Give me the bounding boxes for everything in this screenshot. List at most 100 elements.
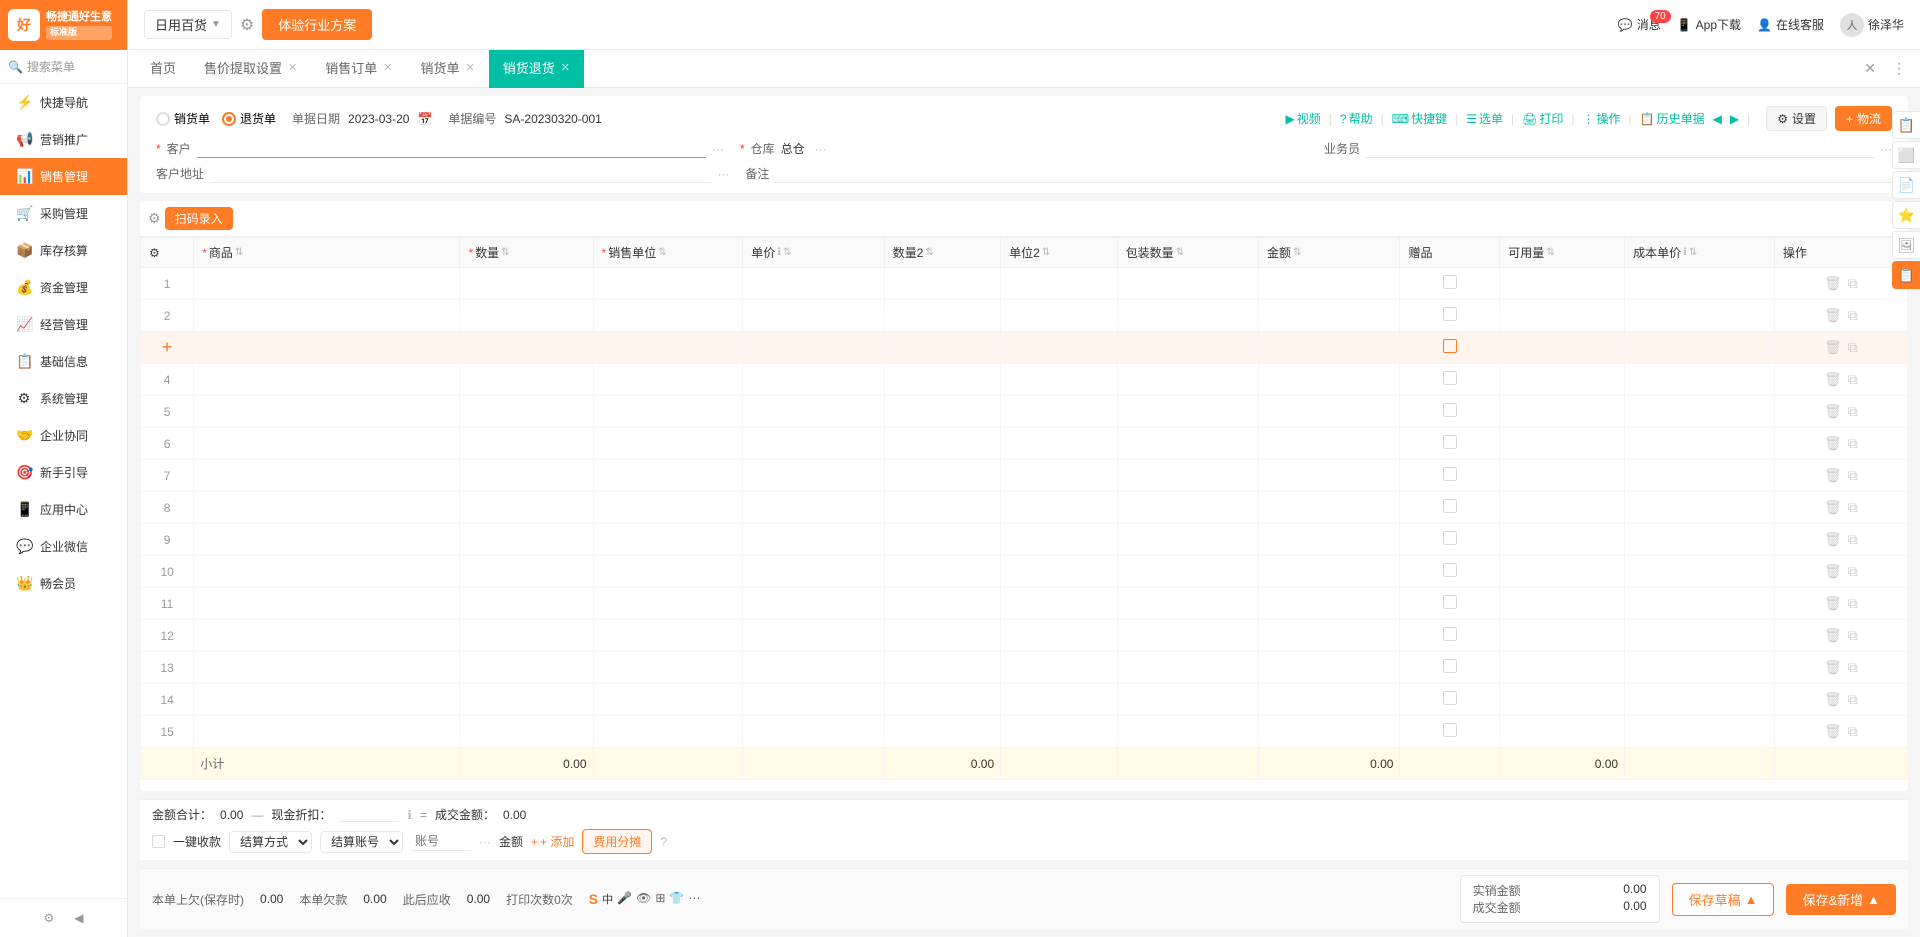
cost-price-cell[interactable] [1625,588,1775,620]
split-info-icon[interactable]: ? [660,835,667,849]
sidebar-item-system[interactable]: ⚙ 系统管理 [0,380,127,417]
gift-checkbox[interactable] [1443,691,1457,705]
gift-checkbox[interactable] [1443,403,1457,417]
amount-cell[interactable] [1259,364,1400,396]
pack-qty-cell[interactable] [1117,268,1258,300]
price-cell[interactable] [743,364,884,396]
toolbar-prev-btn[interactable]: ◀ [1713,112,1722,126]
sidebar-item-member[interactable]: 👑 畅会员 [0,565,127,602]
logistics-btn[interactable]: + 物流 [1835,106,1892,131]
row-copy-icon[interactable]: ⧉ [1848,371,1858,388]
right-float-btn-1[interactable]: 📋 [1892,111,1920,139]
qty-cell[interactable] [460,332,593,364]
price-sort-icon[interactable]: ⇅ [783,247,791,258]
cost-price-cell[interactable] [1625,268,1775,300]
grid-icon[interactable]: ⊞ [655,891,665,907]
row-copy-icon[interactable]: ⧉ [1848,627,1858,644]
product-cell[interactable] [194,524,460,556]
gift-cell[interactable] [1400,460,1500,492]
settle-method-select[interactable]: 结算方式 [229,831,312,853]
sidebar-item-operations[interactable]: 📈 经营管理 [0,306,127,343]
row-copy-icon[interactable]: ⧉ [1848,595,1858,612]
sidebar-item-basic[interactable]: 📋 基础信息 [0,343,127,380]
row-delete-icon[interactable]: 🗑 [1824,563,1842,580]
tab-sale-order[interactable]: 销售订单 ✕ [311,50,406,88]
gift-cell[interactable] [1400,428,1500,460]
add-row-btn[interactable]: + [162,337,173,357]
sidebar-item-guide[interactable]: 🎯 新手引导 [0,454,127,491]
unit2-cell[interactable] [1001,428,1117,460]
tab-sale-order-close-icon[interactable]: ✕ [383,61,392,74]
amount-cell[interactable] [1259,524,1400,556]
pack-qty-cell[interactable] [1117,588,1258,620]
row-copy-icon[interactable]: ⧉ [1848,275,1858,292]
gift-cell[interactable] [1400,268,1500,300]
row-delete-icon[interactable]: 🗑 [1824,275,1842,292]
product-cell[interactable] [194,428,460,460]
row-delete-icon[interactable]: 🗑 [1824,723,1842,740]
tab-menu-btn[interactable]: ⋮ [1886,58,1912,79]
right-float-btn-3[interactable]: 📄 [1892,171,1920,199]
qty2-cell[interactable] [884,492,1000,524]
unit2-sort-icon[interactable]: ⇅ [1042,247,1050,258]
sale-unit-cell[interactable] [593,588,743,620]
price-cell[interactable] [743,620,884,652]
sidebar-item-inventory[interactable]: 📦 库存核算 [0,232,127,269]
amount-cell[interactable] [1259,620,1400,652]
sale-unit-cell[interactable] [593,716,743,748]
price-cell[interactable] [743,652,884,684]
unit2-cell[interactable] [1001,396,1117,428]
cost-price-cell[interactable] [1625,684,1775,716]
amount-cell[interactable] [1259,556,1400,588]
settings-gear-icon[interactable]: ⚙ [149,246,160,260]
pack-qty-cell[interactable] [1117,620,1258,652]
eye-icon[interactable]: 👁 [636,891,651,907]
unit2-cell[interactable] [1001,300,1117,332]
sidebar-item-sales[interactable]: 📊 销售管理 [0,158,127,195]
split-btn[interactable]: 费用分摊 [582,829,652,854]
row-delete-icon[interactable]: 🗑 [1824,339,1842,356]
available-cell[interactable] [1500,396,1625,428]
unit2-cell[interactable] [1001,716,1117,748]
sale-unit-cell[interactable] [593,268,743,300]
cost-price-cell[interactable] [1625,300,1775,332]
pack-qty-sort-icon[interactable]: ⇅ [1176,247,1184,258]
sale-unit-cell[interactable] [593,556,743,588]
amount-cell[interactable] [1259,716,1400,748]
pack-qty-cell[interactable] [1117,716,1258,748]
gift-cell[interactable] [1400,588,1500,620]
save-new-btn[interactable]: 保存&新增 ▲ [1786,884,1896,915]
toolbar-help-btn[interactable]: ? 帮助 [1340,110,1373,127]
row-copy-icon[interactable]: ⧉ [1848,531,1858,548]
tab-sale-return-close-icon[interactable]: ✕ [561,61,570,74]
cost-price-info-icon[interactable]: ℹ [1683,247,1687,258]
price-cell[interactable] [743,268,884,300]
toolbar-select-btn[interactable]: ☰ 选单 [1466,110,1503,127]
pack-qty-cell[interactable] [1117,396,1258,428]
sale-unit-cell[interactable] [593,524,743,556]
qty2-cell[interactable] [884,556,1000,588]
row-delete-icon[interactable]: 🗑 [1824,371,1842,388]
qty-cell[interactable] [460,396,593,428]
price-cell[interactable] [743,300,884,332]
price-cell[interactable] [743,460,884,492]
sale-unit-cell[interactable] [593,364,743,396]
sidebar-search[interactable]: 🔍 搜索菜单 [0,50,127,84]
qty-cell[interactable] [460,684,593,716]
topbar-app-download[interactable]: 📱 App下载 [1677,16,1741,33]
account-input[interactable] [411,832,471,851]
tab-sale-return[interactable]: 销货退货 ✕ [489,50,584,88]
qty2-sort-icon[interactable]: ⇅ [925,247,933,258]
pack-qty-cell[interactable] [1117,556,1258,588]
row-copy-icon[interactable]: ⧉ [1848,307,1858,324]
address-input[interactable] [210,164,711,183]
qty2-cell[interactable] [884,684,1000,716]
calc-method-select[interactable]: 结算账号 [320,831,403,853]
product-cell[interactable] [194,684,460,716]
qty-cell[interactable] [460,460,593,492]
info-icon[interactable]: ℹ [407,808,412,822]
tab-sale-price-close-icon[interactable]: ✕ [288,61,297,74]
pack-qty-cell[interactable] [1117,364,1258,396]
product-input[interactable] [200,341,453,355]
row-copy-icon[interactable]: ⧉ [1848,339,1858,356]
